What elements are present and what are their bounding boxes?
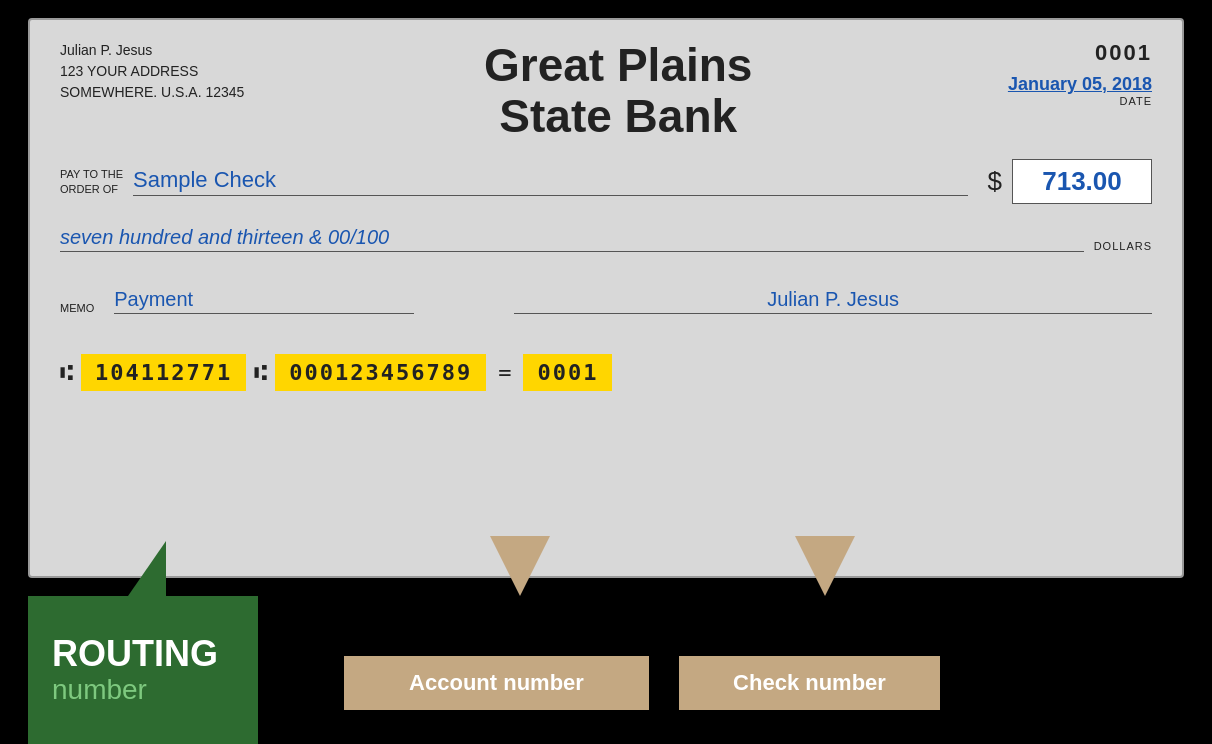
memo-value: Payment [114, 288, 193, 310]
routing-label-box: ROUTING number [28, 596, 258, 744]
bank-name: Great Plains State Bank [264, 40, 972, 141]
check-number-micr: 0001 [523, 354, 612, 391]
micr-equals-symbol: = [498, 360, 511, 385]
dollars-label: DOLLARS [1094, 240, 1152, 252]
account-number-label: Account number [344, 656, 649, 710]
pay-label: PAY TO THE ORDER OF [60, 167, 123, 196]
bottom-section: ROUTING number Account number Check numb… [0, 596, 1212, 744]
date-value: January 05, 2018 [1008, 74, 1152, 95]
account-label-text: Account number [409, 670, 584, 695]
account-pointer-arrow [490, 536, 550, 596]
dollar-symbol: $ [988, 166, 1002, 197]
check-number-display: 0001 [1072, 40, 1152, 66]
micr-left-symbol: ⑆ [60, 360, 73, 385]
pay-to-line: Sample Check [133, 167, 968, 196]
check-pointer-arrow [795, 536, 855, 596]
payee-name: Sample Check [133, 167, 276, 192]
micr-row: ⑆ 104112771 ⑆ 000123456789 = 0001 [60, 354, 1152, 391]
bank-name-text: Great Plains State Bank [264, 40, 972, 141]
memo-label: MEMO [60, 302, 94, 314]
amount-box: 713.00 [1012, 159, 1152, 204]
holder-address2: SOMEWHERE. U.S.A. 12345 [60, 82, 244, 103]
date-section: January 05, 2018 DATE [1008, 74, 1152, 107]
routing-number: 104112771 [81, 354, 246, 391]
micr-middle-symbol: ⑆ [254, 360, 267, 385]
memo-row: MEMO Payment Julian P. Jesus [60, 288, 1152, 314]
check-number-label: Check number [679, 656, 940, 710]
account-holder-info: Julian P. Jesus 123 YOUR ADDRESS SOMEWHE… [60, 40, 244, 103]
top-right: 0001 January 05, 2018 DATE [992, 40, 1152, 107]
holder-name: Julian P. Jesus [60, 40, 244, 61]
memo-line: Payment [114, 288, 414, 314]
routing-pointer-arrow [128, 541, 166, 596]
pay-to-row: PAY TO THE ORDER OF Sample Check $ 713.0… [60, 159, 1152, 204]
check-top-row: Julian P. Jesus 123 YOUR ADDRESS SOMEWHE… [60, 40, 1152, 141]
number-word: number [52, 674, 258, 706]
written-amount: seven hundred and thirteen & 00/100 [60, 226, 1084, 252]
account-number: 000123456789 [275, 354, 486, 391]
holder-address1: 123 YOUR ADDRESS [60, 61, 244, 82]
signature-line: Julian P. Jesus [514, 288, 1152, 314]
check-label-text: Check number [733, 670, 886, 695]
check-document: Julian P. Jesus 123 YOUR ADDRESS SOMEWHE… [28, 18, 1184, 578]
signature-value: Julian P. Jesus [767, 288, 899, 310]
written-amount-row: seven hundred and thirteen & 00/100 DOLL… [60, 226, 1152, 252]
date-label: DATE [1008, 95, 1152, 107]
amount-value: 713.00 [1042, 166, 1122, 196]
routing-word: ROUTING [52, 634, 258, 674]
